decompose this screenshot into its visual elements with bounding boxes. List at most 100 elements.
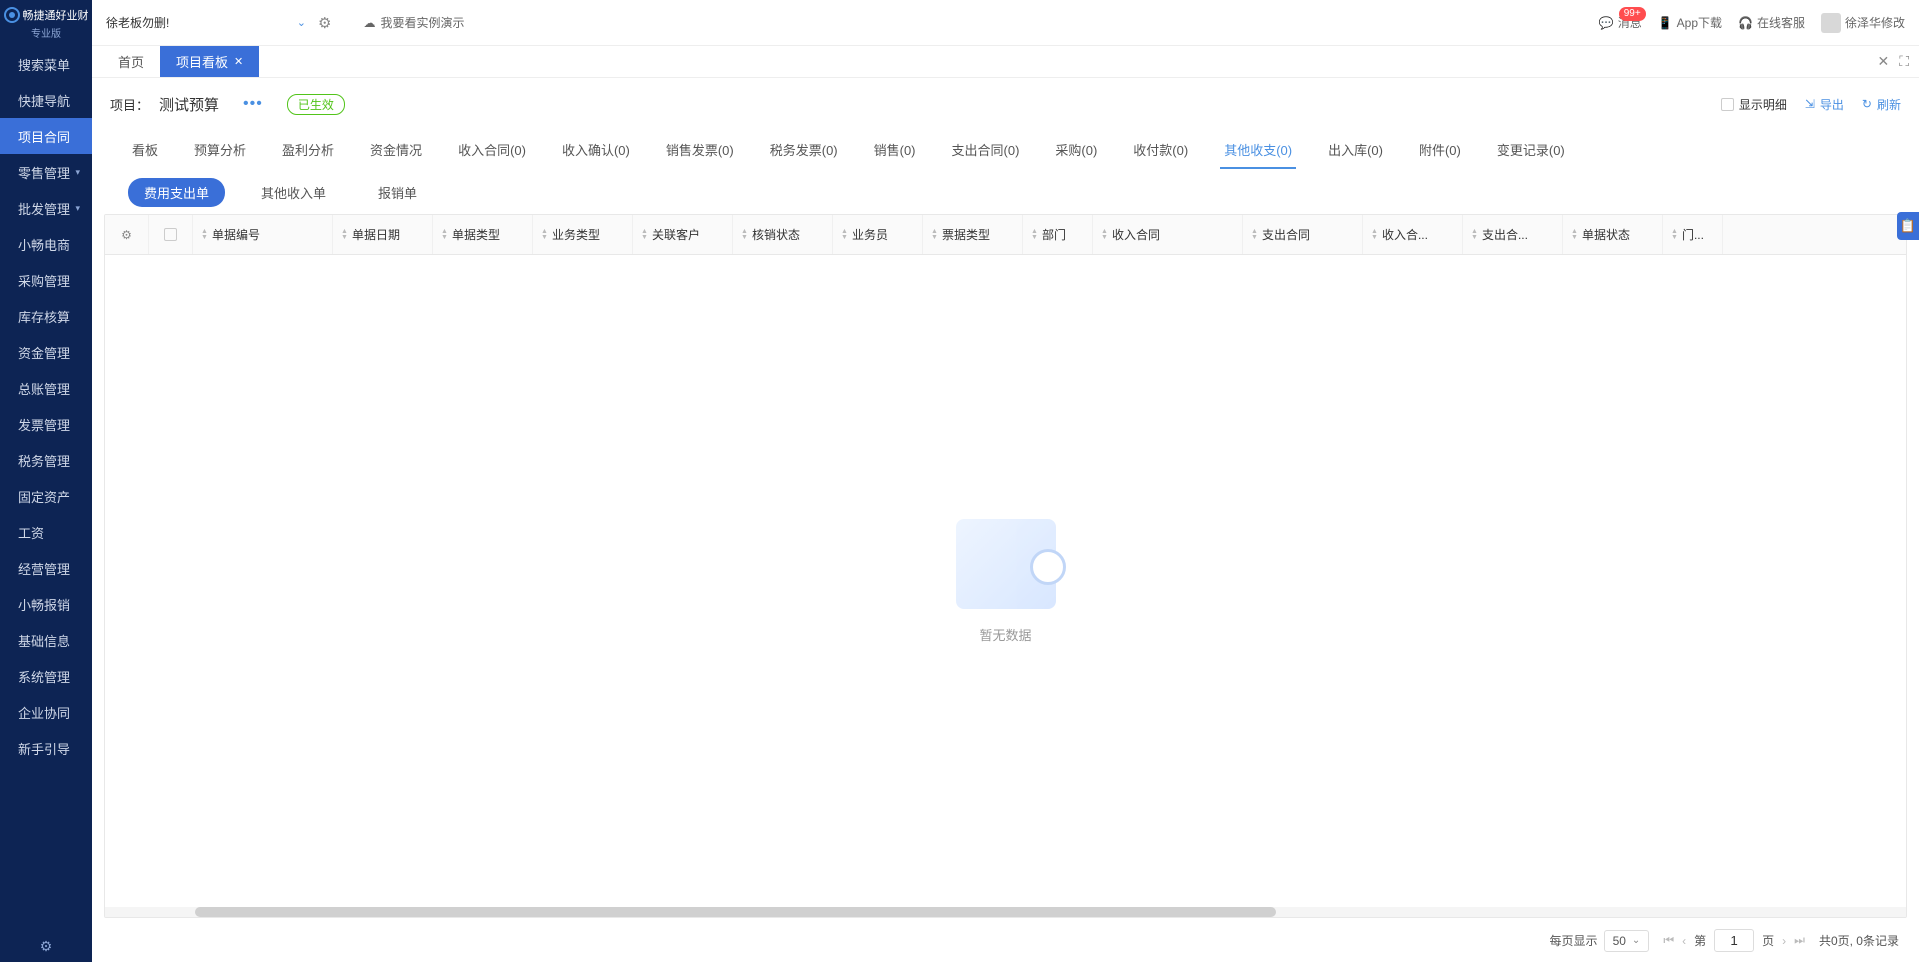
page-size-label: 每页显示 (1550, 932, 1598, 949)
close-all-icon[interactable]: ✕ (1877, 53, 1889, 70)
sidebar-item-label: 发票管理 (18, 415, 70, 434)
column-header-10[interactable]: ▲▼支出合同 (1243, 215, 1363, 254)
scrollbar-thumb[interactable] (195, 907, 1276, 917)
sub-tab-3[interactable]: 资金情况 (366, 132, 426, 169)
filter-pill-2[interactable]: 报销单 (362, 178, 433, 207)
filter-pill-1[interactable]: 其他收入单 (245, 178, 342, 207)
sidebar-item-10[interactable]: 发票管理 (0, 406, 92, 442)
sidebar-item-9[interactable]: 总账管理 (0, 370, 92, 406)
column-header-14[interactable]: ▲▼门... (1663, 215, 1723, 254)
sub-tab-13[interactable]: 出入库(0) (1324, 132, 1387, 169)
sub-tab-1[interactable]: 预算分析 (190, 132, 250, 169)
sub-tab-15[interactable]: 变更记录(0) (1493, 132, 1569, 169)
sidebar-item-label: 资金管理 (18, 343, 70, 362)
page-size-selector: 每页显示 50 ⌄ (1550, 930, 1650, 952)
sort-icon: ▲▼ (441, 229, 448, 241)
sidebar-item-5[interactable]: 小畅电商 (0, 226, 92, 262)
sort-icon: ▲▼ (1471, 229, 1478, 241)
first-page-button[interactable]: ⏮ (1663, 933, 1674, 948)
column-header-8[interactable]: ▲▼部门 (1023, 215, 1093, 254)
sidebar-item-11[interactable]: 税务管理 (0, 442, 92, 478)
fullscreen-icon[interactable]: ⛶ (1899, 53, 1909, 70)
app-download-button[interactable]: 📱 App下载 (1658, 14, 1722, 31)
sidebar-item-12[interactable]: 固定资产 (0, 478, 92, 514)
column-header-6[interactable]: ▲▼业务员 (833, 215, 923, 254)
sub-tab-0[interactable]: 看板 (128, 132, 162, 169)
sidebar-item-16[interactable]: 基础信息 (0, 622, 92, 658)
page-input[interactable] (1714, 929, 1754, 952)
refresh-button[interactable]: ↻ 刷新 (1862, 96, 1901, 113)
sidebar-item-1[interactable]: 快捷导航 (0, 82, 92, 118)
demo-link-label: 我要看实例演示 (380, 14, 464, 31)
sub-tab-14[interactable]: 附件(0) (1415, 132, 1465, 169)
project-name[interactable]: 测试预算 (159, 94, 219, 115)
sidebar-item-2[interactable]: 项目合同 (0, 118, 92, 154)
page-size-select[interactable]: 50 ⌄ (1604, 930, 1650, 952)
org-selector[interactable]: 徐老板勿删! ⌄ (106, 14, 306, 31)
filter-pill-0[interactable]: 费用支出单 (128, 178, 225, 207)
column-settings-button[interactable]: ⚙ (105, 215, 149, 254)
tab-project-board[interactable]: 项目看板 ✕ (160, 46, 259, 77)
refresh-label: 刷新 (1877, 96, 1901, 113)
sidebar-item-label: 基础信息 (18, 631, 70, 650)
sidebar-item-14[interactable]: 经营管理 (0, 550, 92, 586)
sub-tab-4[interactable]: 收入合同(0) (454, 132, 530, 169)
demo-link[interactable]: ☁ 我要看实例演示 (363, 14, 464, 31)
sidebar-item-label: 库存核算 (18, 307, 70, 326)
sidebar-item-15[interactable]: 小畅报销 (0, 586, 92, 622)
sort-icon: ▲▼ (1251, 229, 1258, 241)
show-detail-checkbox[interactable]: 显示明细 (1721, 96, 1787, 113)
side-panel-toggle[interactable]: 📋 (1897, 212, 1919, 240)
refresh-icon: ↻ (1862, 97, 1872, 111)
column-header-4[interactable]: ▲▼关联客户 (633, 215, 733, 254)
sub-tab-11[interactable]: 收付款(0) (1129, 132, 1192, 169)
sub-tab-2[interactable]: 盈利分析 (278, 132, 338, 169)
column-header-7[interactable]: ▲▼票据类型 (923, 215, 1023, 254)
user-menu[interactable]: 徐泽华修改 (1821, 13, 1905, 33)
close-icon[interactable]: ✕ (234, 55, 243, 68)
column-header-13[interactable]: ▲▼单据状态 (1563, 215, 1663, 254)
select-all-checkbox[interactable] (149, 215, 193, 254)
next-page-button[interactable]: › (1782, 934, 1786, 948)
column-header-1[interactable]: ▲▼单据日期 (333, 215, 433, 254)
sub-tab-6[interactable]: 销售发票(0) (662, 132, 738, 169)
last-page-button[interactable]: ⏭ (1794, 933, 1805, 948)
sidebar-item-18[interactable]: 企业协同 (0, 694, 92, 730)
sidebar-item-0[interactable]: 搜索菜单 (0, 46, 92, 82)
settings-icon[interactable]: ⚙ (318, 14, 331, 32)
sidebar-item-8[interactable]: 资金管理 (0, 334, 92, 370)
messages-button[interactable]: 💬 消息 99+ (1599, 14, 1642, 31)
sub-tab-8[interactable]: 销售(0) (870, 132, 920, 169)
sidebar-item-13[interactable]: 工资 (0, 514, 92, 550)
sub-tab-9[interactable]: 支出合同(0) (948, 132, 1024, 169)
sort-icon: ▲▼ (841, 229, 848, 241)
column-header-9[interactable]: ▲▼收入合同 (1093, 215, 1243, 254)
sidebar-item-label: 固定资产 (18, 487, 70, 506)
sidebar-item-3[interactable]: 零售管理▾ (0, 154, 92, 190)
sub-tab-7[interactable]: 税务发票(0) (766, 132, 842, 169)
column-header-11[interactable]: ▲▼收入合... (1363, 215, 1463, 254)
column-header-2[interactable]: ▲▼单据类型 (433, 215, 533, 254)
chevron-down-icon: ▾ (75, 203, 80, 214)
column-header-3[interactable]: ▲▼业务类型 (533, 215, 633, 254)
tab-home[interactable]: 首页 (102, 46, 160, 77)
sidebar-item-17[interactable]: 系统管理 (0, 658, 92, 694)
column-header-12[interactable]: ▲▼支出合... (1463, 215, 1563, 254)
sidebar-item-7[interactable]: 库存核算 (0, 298, 92, 334)
online-service-button[interactable]: 🎧 在线客服 (1738, 14, 1805, 31)
more-icon[interactable]: ••• (243, 95, 263, 113)
sub-tab-5[interactable]: 收入确认(0) (558, 132, 634, 169)
sidebar-nav: 搜索菜单快捷导航项目合同零售管理▾批发管理▾小畅电商采购管理库存核算资金管理总账… (0, 46, 92, 930)
sub-tab-10[interactable]: 采购(0) (1051, 132, 1101, 169)
column-header-5[interactable]: ▲▼核销状态 (733, 215, 833, 254)
prev-page-button[interactable]: ‹ (1682, 934, 1686, 948)
show-detail-label: 显示明细 (1739, 96, 1787, 113)
horizontal-scrollbar[interactable] (105, 907, 1906, 917)
sidebar-item-4[interactable]: 批发管理▾ (0, 190, 92, 226)
sidebar-item-6[interactable]: 采购管理 (0, 262, 92, 298)
column-header-0[interactable]: ▲▼单据编号 (193, 215, 333, 254)
sidebar-item-19[interactable]: 新手引导 (0, 730, 92, 766)
sub-tab-12[interactable]: 其他收支(0) (1220, 132, 1296, 169)
gear-icon[interactable]: ⚙ (40, 938, 53, 955)
export-button[interactable]: ⇲ 导出 (1805, 96, 1844, 113)
